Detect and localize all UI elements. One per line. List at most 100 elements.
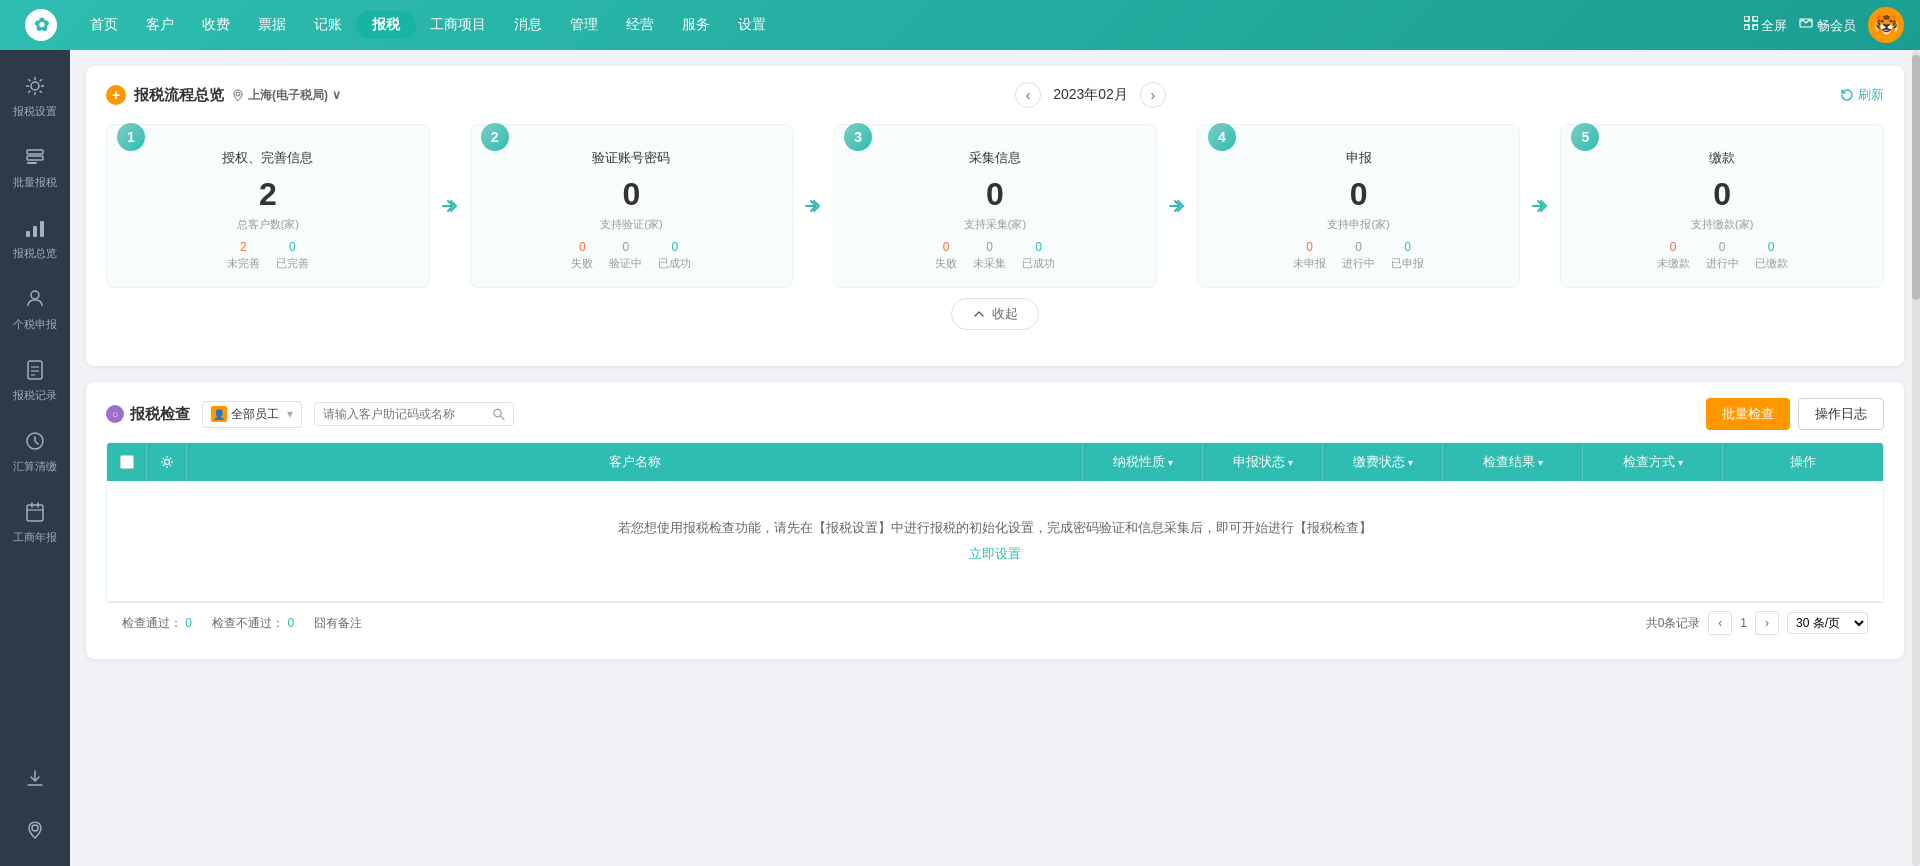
step-5-sub: 支持缴款(家)	[1577, 217, 1867, 232]
step-1-sub: 总客户数(家)	[123, 217, 413, 232]
step-5-stat-success[interactable]: 0	[1755, 240, 1788, 254]
svg-line-26	[500, 416, 504, 420]
setup-link[interactable]: 立即设置	[618, 541, 1372, 567]
step-2-count: 0	[487, 175, 777, 213]
prev-month-btn[interactable]: ‹	[1015, 82, 1041, 108]
collapse-btn[interactable]: 收起	[951, 298, 1039, 330]
nav-item-home[interactable]: 首页	[76, 10, 132, 40]
th-check-result[interactable]: 检查结果 ▾	[1443, 443, 1583, 481]
fullscreen-btn[interactable]: 全屏	[1744, 16, 1788, 35]
nav-item-settings[interactable]: 设置	[724, 10, 780, 40]
th-check-method[interactable]: 检查方式 ▾	[1583, 443, 1723, 481]
sidebar-item-annual-report[interactable]: 工商年报	[0, 486, 70, 557]
nav-item-bookkeeping[interactable]: 记账	[300, 10, 356, 40]
top-nav: ✿ 首页 客户 收费 票据 记账 报税 工商项目 消息 管理 经营 服务 设置 …	[0, 0, 1920, 50]
step-5-stat-fail[interactable]: 0	[1657, 240, 1690, 254]
step-3-stat-fail[interactable]: 0	[935, 240, 957, 254]
step-3-title: 采集信息	[850, 149, 1140, 167]
refresh-btn[interactable]: 刷新	[1840, 86, 1884, 104]
step-4-stat-pending[interactable]: 0	[1342, 240, 1375, 254]
location-badge[interactable]: 上海(电子税局) ∨	[232, 87, 341, 104]
sidebar-item-tax-record[interactable]: 报税记录	[0, 344, 70, 415]
th-declare-status[interactable]: 申报状态 ▾	[1203, 443, 1323, 481]
personal-tax-icon	[21, 285, 49, 313]
nav-item-customer[interactable]: 客户	[132, 10, 188, 40]
user-avatar[interactable]: 🐯	[1868, 7, 1904, 43]
step-4-stat-fail[interactable]: 0	[1293, 240, 1326, 254]
svg-point-23	[32, 825, 38, 831]
svg-rect-0	[1744, 16, 1749, 21]
sidebar-label-annual-report: 工商年报	[13, 530, 57, 545]
step-5-stat-pending[interactable]: 0	[1706, 240, 1739, 254]
next-page-btn[interactable]: ›	[1755, 611, 1779, 635]
step-1-stat-fail[interactable]: 2	[227, 240, 260, 254]
th-settings[interactable]	[147, 443, 187, 481]
scrollbar[interactable]	[1912, 50, 1920, 866]
th-fee-status[interactable]: 缴费状态 ▾	[1323, 443, 1443, 481]
arrow-4	[1520, 124, 1560, 288]
step-3-stats: 0 失败 0 未采集 0 已成功	[850, 240, 1140, 271]
download-icon	[21, 764, 49, 792]
nav-item-invoice[interactable]: 票据	[244, 10, 300, 40]
step-2-stat-success[interactable]: 0	[658, 240, 691, 254]
nav-item-manage[interactable]: 管理	[556, 10, 612, 40]
sidebar-label-personal-tax: 个税申报	[13, 317, 57, 332]
current-month: 2023年02月	[1053, 86, 1128, 104]
search-input[interactable]	[323, 407, 492, 421]
svg-rect-1	[1753, 16, 1758, 21]
sidebar-item-personal-tax[interactable]: 个税申报	[0, 273, 70, 344]
pass-count: 检查通过： 0	[122, 615, 192, 632]
sidebar-item-download[interactable]	[0, 752, 70, 804]
left-sidebar: 报税设置 批量报税 报税总览 个税申报 报税记录 汇算清缴 工商年报	[0, 50, 70, 866]
step-5-title: 缴款	[1577, 149, 1867, 167]
vip-btn[interactable]: 畅会员	[1799, 16, 1856, 35]
prev-page-btn[interactable]: ‹	[1708, 611, 1732, 635]
step-3-number: 3	[844, 123, 872, 151]
step-2-stat-pending[interactable]: 0	[609, 240, 642, 254]
step-3-stat-pending[interactable]: 0	[973, 240, 1006, 254]
pass-count-link[interactable]: 0	[185, 616, 192, 630]
operation-log-btn[interactable]: 操作日志	[1798, 398, 1884, 430]
search-input-wrap	[314, 402, 514, 426]
step-4-count: 0	[1214, 175, 1504, 213]
nav-item-tax[interactable]: 报税	[356, 11, 416, 39]
th-tax-nature[interactable]: 纳税性质 ▾	[1083, 443, 1203, 481]
svg-rect-9	[26, 231, 30, 237]
step-4-stat-success[interactable]: 0	[1391, 240, 1424, 254]
step-1-stat-success[interactable]: 0	[276, 240, 309, 254]
sidebar-label-tax-settings: 报税设置	[13, 104, 57, 119]
batch-check-btn[interactable]: 批量检查	[1706, 398, 1790, 430]
nav-item-charge[interactable]: 收费	[188, 10, 244, 40]
sidebar-item-settlement[interactable]: 汇算清缴	[0, 415, 70, 486]
step-2-stat-fail[interactable]: 0	[571, 240, 593, 254]
sidebar-item-location[interactable]	[0, 804, 70, 856]
nav-item-message[interactable]: 消息	[500, 10, 556, 40]
fail-count-link[interactable]: 0	[287, 616, 294, 630]
nav-items: 首页 客户 收费 票据 记账 报税 工商项目 消息 管理 经营 服务 设置	[76, 10, 1744, 40]
step-4-sub: 支持申报(家)	[1214, 217, 1504, 232]
employee-select[interactable]: 👤 全部员工 ▾	[202, 401, 302, 428]
month-nav: ‹ 2023年02月 ›	[1015, 82, 1166, 108]
check-title-icon: ○	[106, 405, 124, 423]
step-5-stats: 0 未缴款 0 进行中 0 已缴款	[1577, 240, 1867, 271]
step-3-stat-success[interactable]: 0	[1022, 240, 1055, 254]
sidebar-item-tax-overview[interactable]: 报税总览	[0, 202, 70, 273]
nav-item-service[interactable]: 服务	[668, 10, 724, 40]
next-month-btn[interactable]: ›	[1140, 82, 1166, 108]
nav-item-business[interactable]: 工商项目	[416, 10, 500, 40]
sidebar-item-tax-settings[interactable]: 报税设置	[0, 60, 70, 131]
sidebar-item-batch-tax[interactable]: 批量报税	[0, 131, 70, 202]
check-actions: 批量检查 操作日志	[1706, 398, 1884, 430]
step-4: 4 申报 0 支持申报(家) 0 未申报 0 进行中 0 已申报	[1197, 124, 1521, 288]
flow-title-icon: +	[106, 85, 126, 105]
page-size-select[interactable]: 30 条/页 50 条/页 100 条/页	[1787, 612, 1868, 634]
header-checkbox[interactable]	[120, 455, 134, 469]
nav-item-operation[interactable]: 经营	[612, 10, 668, 40]
location-icon	[21, 816, 49, 844]
sidebar-label-tax-record: 报税记录	[13, 388, 57, 403]
svg-rect-8	[27, 162, 37, 164]
search-icon[interactable]	[492, 407, 505, 421]
flow-overview-header: + 报税流程总览 上海(电子税局) ∨ ‹ 2023年02月 › 刷新	[106, 82, 1884, 108]
step-5-count: 0	[1577, 175, 1867, 213]
check-header: ○ 报税检查 👤 全部员工 ▾ 批量检查 操作日志	[106, 398, 1884, 430]
